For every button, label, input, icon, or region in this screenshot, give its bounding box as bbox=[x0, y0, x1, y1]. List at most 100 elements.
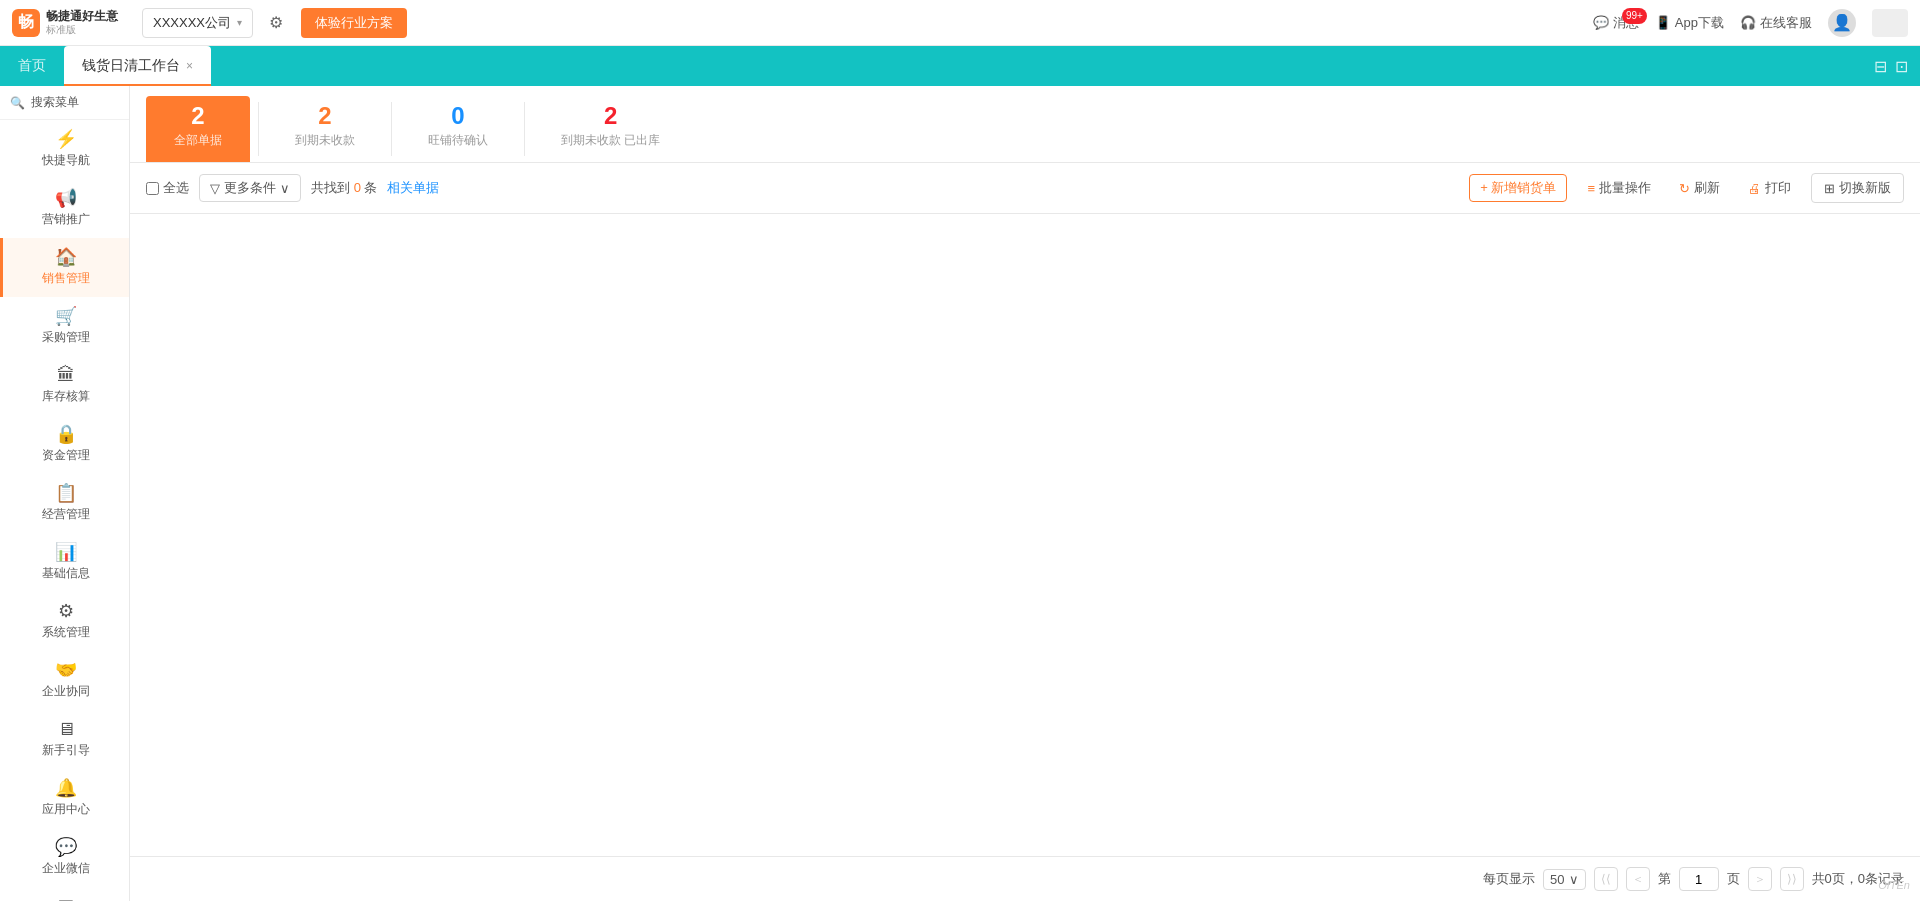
maximize-icon[interactable]: ⊡ bbox=[1895, 57, 1908, 76]
settings-button[interactable]: ⚙ bbox=[261, 8, 291, 38]
page-label: 第 bbox=[1658, 870, 1671, 888]
chevron-down-icon: ▾ bbox=[237, 17, 242, 28]
purchase-icon: 🛒 bbox=[55, 307, 77, 325]
operations-label: 经营管理 bbox=[42, 506, 90, 523]
sidebar-item-guide[interactable]: 🖥 新手引导 bbox=[0, 710, 129, 769]
watermark: OfTEn bbox=[1878, 879, 1910, 891]
due-uncollected-label: 到期未收款 bbox=[295, 132, 355, 149]
select-all-checkbox[interactable]: 全选 bbox=[146, 179, 189, 197]
sidebar-item-marketing[interactable]: 📢 营销推广 bbox=[0, 179, 129, 238]
more-filters-label: 更多条件 bbox=[224, 179, 276, 197]
switch-version-icon: ⊞ bbox=[1824, 181, 1835, 196]
page-size-select[interactable]: 50 ∨ bbox=[1543, 869, 1585, 890]
batch-op-button[interactable]: ≡ 批量操作 bbox=[1579, 175, 1659, 201]
system-label: 系统管理 bbox=[42, 624, 90, 641]
found-prefix: 共找到 bbox=[311, 180, 350, 195]
sidebar-item-inventory[interactable]: 🏛 库存核算 bbox=[0, 356, 129, 415]
sidebar-item-purchase[interactable]: 🛒 采购管理 bbox=[0, 297, 129, 356]
all-orders-label: 全部单据 bbox=[174, 132, 222, 149]
logo-text: 畅捷通好生意 标准版 bbox=[46, 9, 118, 35]
batch-icon: ≡ bbox=[1587, 181, 1595, 196]
minimize-icon[interactable]: ⊟ bbox=[1874, 57, 1887, 76]
sidebar-item-app-center[interactable]: 🔔 应用中心 bbox=[0, 769, 129, 828]
enterprise-wechat-label: 企业微信 bbox=[42, 860, 90, 877]
found-count: 0 bbox=[354, 180, 361, 195]
app-download-button[interactable]: 📱 App下载 bbox=[1655, 14, 1724, 32]
message-button[interactable]: 💬 消息 99+ bbox=[1593, 14, 1639, 32]
basic-info-label: 基础信息 bbox=[42, 565, 90, 582]
tab-home[interactable]: 首页 bbox=[0, 46, 64, 86]
sidebar-item-basic-info[interactable]: 📊 基础信息 bbox=[0, 533, 129, 592]
last-page-button[interactable]: ⟩⟩ bbox=[1780, 867, 1804, 891]
refresh-icon: ↻ bbox=[1679, 181, 1690, 196]
switch-version-label: 切换新版 bbox=[1839, 179, 1891, 197]
company-name: XXXXXX公司 bbox=[153, 14, 231, 32]
pagination: 每页显示 50 ∨ ⟨⟨ ＜ 第 页 ＞ ⟩⟩ 共0页，0条记录 bbox=[130, 856, 1920, 901]
avatar[interactable]: 👤 bbox=[1828, 9, 1856, 37]
nav-tabs: 首页 钱货日清工作台 × ⊟ ⊡ bbox=[0, 46, 1920, 86]
add-sale-button[interactable]: + 新增销货单 bbox=[1469, 174, 1567, 202]
first-page-button[interactable]: ⟨⟨ bbox=[1594, 867, 1618, 891]
top-header: 畅 畅捷通好生意 标准版 XXXXXX公司 ▾ ⚙ 体验行业方案 💬 消息 99… bbox=[0, 0, 1920, 46]
logo-area: 畅 畅捷通好生意 标准版 bbox=[12, 9, 142, 37]
system-icon: ⚙ bbox=[58, 602, 74, 620]
app-center-icon: 🔔 bbox=[55, 779, 77, 797]
due-unshipped-label: 到期未收款 已出库 bbox=[561, 132, 660, 149]
tab-cash-work[interactable]: 钱货日清工作台 × bbox=[64, 46, 211, 86]
sidebar-item-member[interactable]: ▽ 畅会员 bbox=[0, 887, 129, 901]
logo-icon: 畅 bbox=[12, 9, 40, 37]
marketing-icon: 📢 bbox=[55, 189, 77, 207]
batch-op-label: 批量操作 bbox=[1599, 179, 1651, 197]
page-input[interactable] bbox=[1679, 867, 1719, 891]
print-icon: 🖨 bbox=[1748, 181, 1761, 196]
logo-subtitle: 标准版 bbox=[46, 24, 118, 36]
print-button[interactable]: 🖨 打印 bbox=[1740, 175, 1799, 201]
more-filters-button[interactable]: ▽ 更多条件 ∨ bbox=[199, 174, 301, 202]
sales-label: 销售管理 bbox=[42, 270, 90, 287]
stat-tab-due-uncollected[interactable]: 2 到期未收款 bbox=[267, 96, 383, 162]
inventory-label: 库存核算 bbox=[42, 388, 90, 405]
sidebar-item-operations[interactable]: 📋 经营管理 bbox=[0, 474, 129, 533]
stat-tab-due-unshipped[interactable]: 2 到期未收款 已出库 bbox=[533, 96, 688, 162]
app-center-label: 应用中心 bbox=[42, 801, 90, 818]
select-all-input[interactable] bbox=[146, 182, 159, 195]
main-layout: 🔍 搜索菜单 ⚡ 快捷导航 📢 营销推广 🏠 销售管理 🛒 采购管理 🏛 库存核… bbox=[0, 86, 1920, 901]
refresh-button[interactable]: ↻ 刷新 bbox=[1671, 175, 1728, 201]
finance-label: 资金管理 bbox=[42, 447, 90, 464]
prev-page-button[interactable]: ＜ bbox=[1626, 867, 1650, 891]
quick-nav-icon: ⚡ bbox=[55, 130, 77, 148]
online-service-button[interactable]: 🎧 在线客服 bbox=[1740, 14, 1812, 32]
wangpu-number: 0 bbox=[451, 104, 464, 128]
toolbar-left: 全选 ▽ 更多条件 ∨ 共找到 0 条 相关单据 bbox=[146, 174, 1457, 202]
sidebar-item-enterprise-wechat[interactable]: 💬 企业微信 bbox=[0, 828, 129, 887]
found-text: 共找到 0 条 bbox=[311, 179, 377, 197]
search-menu-item[interactable]: 🔍 搜索菜单 bbox=[0, 86, 129, 120]
header-right: 💬 消息 99+ 📱 App下载 🎧 在线客服 👤 bbox=[1593, 9, 1908, 37]
tab-active-indicator bbox=[64, 84, 211, 86]
sidebar-item-quick-nav[interactable]: ⚡ 快捷导航 bbox=[0, 120, 129, 179]
tab-cash-work-close-icon[interactable]: × bbox=[186, 59, 193, 73]
enterprise-wechat-icon: 💬 bbox=[55, 838, 77, 856]
purchase-label: 采购管理 bbox=[42, 329, 90, 346]
operations-icon: 📋 bbox=[55, 484, 77, 502]
switch-version-button[interactable]: ⊞ 切换新版 bbox=[1811, 173, 1904, 203]
print-label: 打印 bbox=[1765, 179, 1791, 197]
page-label-end: 页 bbox=[1727, 870, 1740, 888]
trial-button[interactable]: 体验行业方案 bbox=[301, 8, 407, 38]
related-orders-link[interactable]: 相关单据 bbox=[387, 179, 439, 197]
sidebar-item-sales[interactable]: 🏠 销售管理 bbox=[0, 238, 129, 297]
next-page-button[interactable]: ＞ bbox=[1748, 867, 1772, 891]
tab-home-label: 首页 bbox=[18, 57, 46, 75]
sidebar-item-enterprise-coop[interactable]: 🤝 企业协同 bbox=[0, 651, 129, 710]
wangpu-label: 旺铺待确认 bbox=[428, 132, 488, 149]
company-selector[interactable]: XXXXXX公司 ▾ bbox=[142, 8, 253, 38]
due-unshipped-number: 2 bbox=[604, 104, 617, 128]
sidebar-item-finance[interactable]: 🔒 资金管理 bbox=[0, 415, 129, 474]
marketing-label: 营销推广 bbox=[42, 211, 90, 228]
stat-tab-wangpu[interactable]: 0 旺铺待确认 bbox=[400, 96, 516, 162]
sidebar-item-system[interactable]: ⚙ 系统管理 bbox=[0, 592, 129, 651]
guide-icon: 🖥 bbox=[57, 720, 75, 738]
user-name-area bbox=[1872, 9, 1908, 37]
stat-tab-all[interactable]: 2 全部单据 bbox=[146, 96, 250, 162]
toolbar-right: + 新增销货单 ≡ 批量操作 ↻ 刷新 🖨 打印 ⊞ 切换新版 bbox=[1469, 173, 1904, 203]
